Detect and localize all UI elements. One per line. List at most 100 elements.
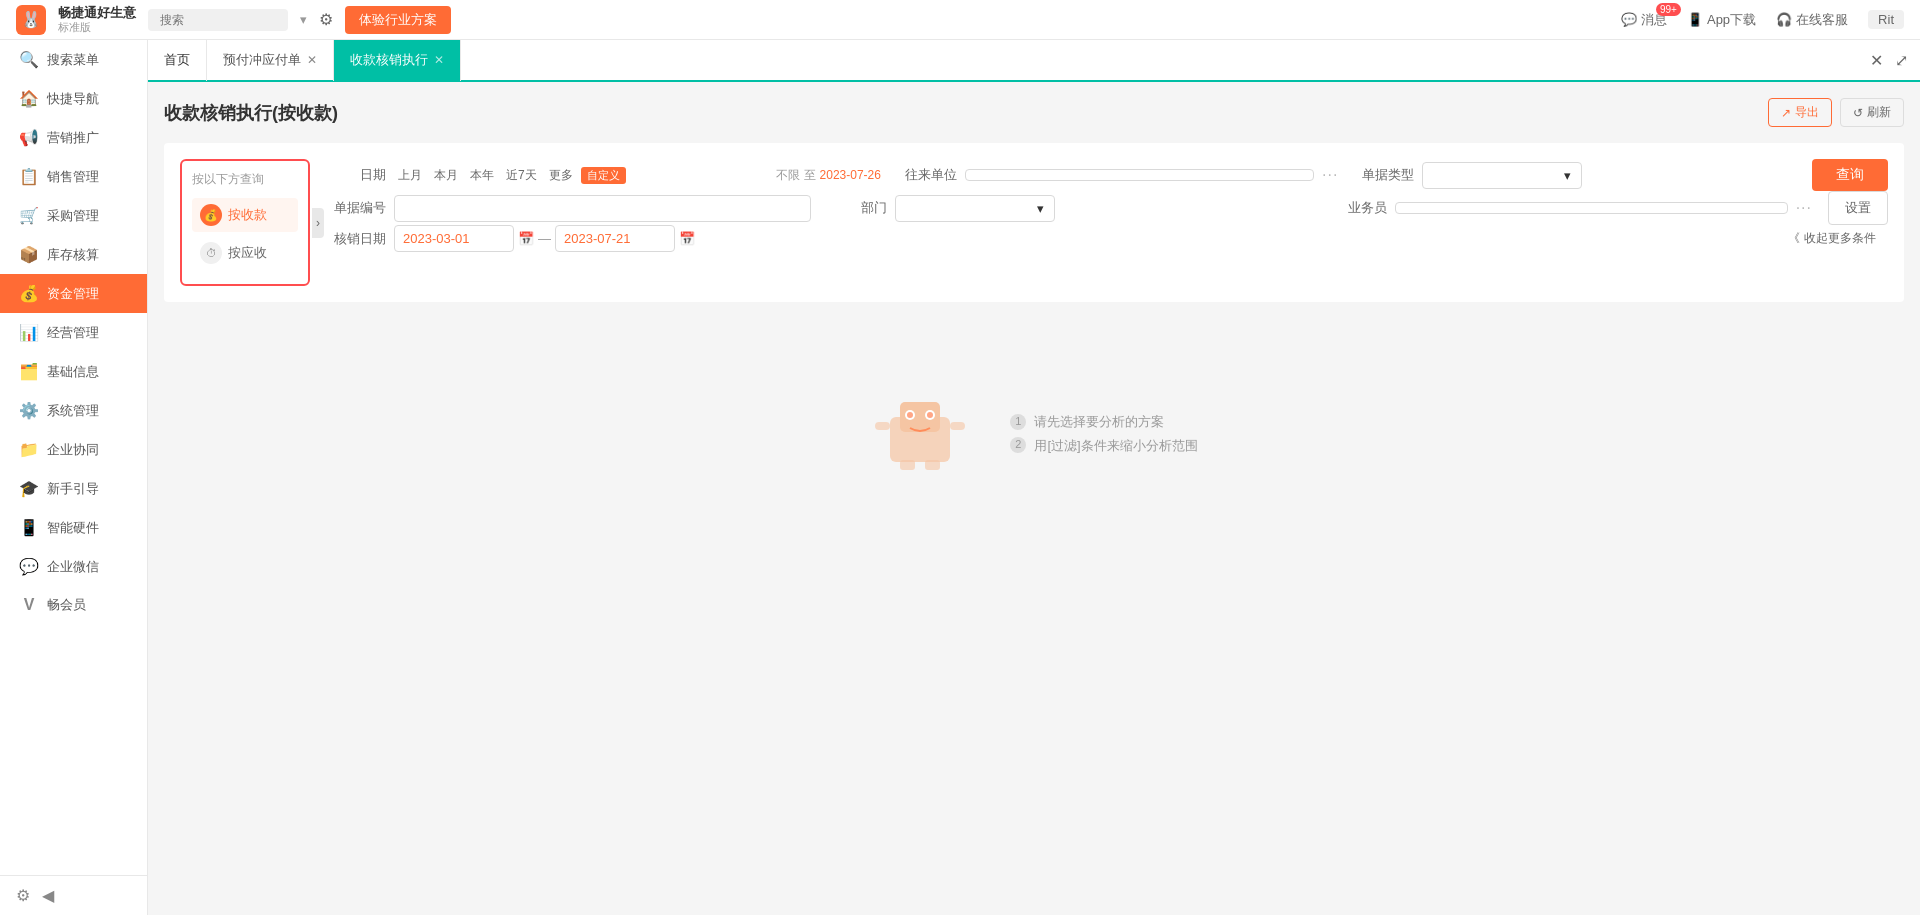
- filter-staff-field: 业务员 ···: [1327, 199, 1812, 217]
- doctype-select[interactable]: ▾: [1422, 162, 1582, 189]
- sidebar-item-quick-nav[interactable]: 🏠 快捷导航: [0, 79, 147, 118]
- sidebar-item-system[interactable]: ⚙️ 系统管理: [0, 391, 147, 430]
- sidebar-item-label: 库存核算: [47, 246, 99, 264]
- filter-options-panel: 按以下方查询 💰 按收款 ⏱ 按应收: [180, 159, 310, 286]
- staff-dots-btn[interactable]: ···: [1796, 199, 1812, 217]
- date-7days-btn[interactable]: 近7天: [502, 165, 541, 186]
- docno-label: 单据编号: [326, 199, 386, 217]
- sidebar-item-marketing[interactable]: 📢 营销推广: [0, 118, 147, 157]
- counterpart-input[interactable]: [965, 169, 1314, 181]
- settings-gear-icon[interactable]: ⚙: [319, 10, 333, 29]
- counterpart-dots-btn[interactable]: ···: [1322, 166, 1338, 184]
- sidebar-item-operations[interactable]: 📊 经营管理: [0, 313, 147, 352]
- filter-row-2: 单据编号 部门 ▾ 业务员 ···: [326, 191, 1888, 225]
- tab-collection[interactable]: 收款核销执行 ✕: [334, 39, 461, 81]
- sidebar-item-label: 采购管理: [47, 207, 99, 225]
- chevron-down-icon: ▾: [1564, 168, 1571, 183]
- date-this-month-btn[interactable]: 本月: [430, 165, 462, 186]
- topbar-right-actions: 💬 消息 99+ 📱 App下载 🎧 在线客服 Rit: [1621, 10, 1904, 29]
- sidebar-item-inventory[interactable]: 📦 库存核算: [0, 235, 147, 274]
- tab-collection-close-icon[interactable]: ✕: [434, 53, 444, 67]
- filter-left-wrapper: 按以下方查询 💰 按收款 ⏱ 按应收 ›: [180, 159, 310, 286]
- tab-collection-label: 收款核销执行: [350, 51, 428, 69]
- setting-button[interactable]: 设置: [1828, 191, 1888, 225]
- tab-prepay-close-icon[interactable]: ✕: [307, 53, 317, 67]
- search-icon: 🔍: [19, 50, 39, 69]
- date-end-value: 2023-07-26: [820, 168, 881, 182]
- hardware-icon: 📱: [19, 518, 39, 537]
- empty-tip-1: 1 请先选择要分析的方案: [1010, 410, 1197, 433]
- topbar: 🐰 畅捷通好生意 标准版 ▾ ⚙ 体验行业方案 💬 消息 99+ 📱 App下载…: [0, 0, 1920, 40]
- wechat-icon: 💬: [19, 557, 39, 576]
- topbar-search-input[interactable]: [148, 9, 288, 31]
- headset-icon: 🎧: [1776, 12, 1792, 27]
- tab-prepay[interactable]: 预付冲应付单 ✕: [207, 39, 334, 81]
- sidebar-collapse-button[interactable]: ◀: [42, 886, 54, 905]
- filter-option-by-receivable[interactable]: ⏱ 按应收: [192, 236, 298, 270]
- dept-select[interactable]: ▾: [895, 195, 1055, 222]
- writeoff-date-range: 📅 — 📅: [394, 225, 695, 252]
- filter-option-by-collection[interactable]: 💰 按收款: [192, 198, 298, 232]
- folder-icon: 🗂️: [19, 362, 39, 381]
- filter-date-field: 日期 上月 本月 本年 近7天 更多 自定义: [326, 165, 768, 186]
- staff-label: 业务员: [1327, 199, 1387, 217]
- sidebar-item-label: 销售管理: [47, 168, 99, 186]
- page-title-text: 收款核销执行(按收款): [164, 101, 338, 125]
- writeoff-date-end-input[interactable]: [555, 225, 675, 252]
- message-icon: 💬: [1621, 12, 1637, 27]
- writeoff-date-start-input[interactable]: [394, 225, 514, 252]
- filter-left-collapse-button[interactable]: ›: [312, 208, 324, 238]
- message-badge: 99+: [1656, 3, 1681, 16]
- sidebar-item-vip[interactable]: V 畅会员: [0, 586, 147, 624]
- sidebar-item-label: 基础信息: [47, 363, 99, 381]
- date-this-year-btn[interactable]: 本年: [466, 165, 498, 186]
- close-tab-button[interactable]: ✕: [1866, 47, 1887, 74]
- svg-rect-6: [875, 422, 890, 430]
- sidebar-item-collab[interactable]: 📁 企业协同: [0, 430, 147, 469]
- filter-doctype-field: 单据类型 ▾: [1354, 162, 1796, 189]
- sidebar-item-basic[interactable]: 🗂️ 基础信息: [0, 352, 147, 391]
- calendar-end-icon[interactable]: 📅: [679, 231, 695, 246]
- date-last-month-btn[interactable]: 上月: [394, 165, 426, 186]
- app-download-button[interactable]: 📱 App下载: [1687, 11, 1756, 29]
- search-dropdown-arrow[interactable]: ▾: [300, 12, 307, 27]
- sidebar-item-wechat[interactable]: 💬 企业微信: [0, 547, 147, 586]
- sidebar-item-hardware[interactable]: 📱 智能硬件: [0, 508, 147, 547]
- tabbar-actions: ✕ ⤢: [1866, 47, 1920, 74]
- brand-name: 畅捷通好生意: [58, 5, 136, 21]
- sidebar-item-label: 经营管理: [47, 324, 99, 342]
- collapse-more-button[interactable]: 《 收起更多条件: [1776, 226, 1888, 251]
- user-profile[interactable]: Rit: [1868, 10, 1904, 29]
- sidebar-settings-icon[interactable]: ⚙: [16, 886, 30, 905]
- sidebar-item-label: 企业微信: [47, 558, 99, 576]
- refresh-button[interactable]: ↺ 刷新: [1840, 98, 1904, 127]
- message-button[interactable]: 💬 消息 99+: [1621, 11, 1667, 29]
- empty-state: 1 请先选择要分析的方案 2 用[过滤]条件来缩小分析范围: [164, 302, 1904, 565]
- sidebar-item-sales[interactable]: 📋 销售管理: [0, 157, 147, 196]
- sidebar-item-guide[interactable]: 🎓 新手引导: [0, 469, 147, 508]
- date-custom-badge[interactable]: 自定义: [581, 167, 626, 184]
- calendar-start-icon[interactable]: 📅: [518, 231, 534, 246]
- sidebar-item-label: 智能硬件: [47, 519, 99, 537]
- docno-input[interactable]: [394, 195, 811, 222]
- filter-fields: 日期 上月 本月 本年 近7天 更多 自定义 不限 至: [326, 159, 1888, 286]
- expand-tab-button[interactable]: ⤢: [1891, 47, 1912, 74]
- filter-docno-field: 单据编号: [326, 195, 811, 222]
- vip-icon: V: [19, 596, 39, 614]
- sidebar-item-finance[interactable]: 💰 资金管理: [0, 274, 147, 313]
- tip-num-2: 2: [1010, 437, 1026, 453]
- sidebar-item-label: 企业协同: [47, 441, 99, 459]
- date-more-btn[interactable]: 更多: [545, 165, 577, 186]
- box-icon: 📦: [19, 245, 39, 264]
- export-button[interactable]: ↗ 导出: [1768, 98, 1832, 127]
- online-service-button[interactable]: 🎧 在线客服: [1776, 11, 1848, 29]
- filter-panel: 按以下方查询 💰 按收款 ⏱ 按应收 ›: [164, 143, 1904, 302]
- tab-home[interactable]: 首页: [148, 39, 207, 81]
- sidebar-item-purchase[interactable]: 🛒 采购管理: [0, 196, 147, 235]
- filter-option-receivable-label: 按应收: [228, 244, 267, 262]
- staff-input[interactable]: [1395, 202, 1787, 214]
- industry-solution-button[interactable]: 体验行业方案: [345, 6, 451, 34]
- date-label: 日期: [326, 166, 386, 184]
- sidebar-item-search[interactable]: 🔍 搜索菜单: [0, 40, 147, 79]
- query-button[interactable]: 查询: [1812, 159, 1888, 191]
